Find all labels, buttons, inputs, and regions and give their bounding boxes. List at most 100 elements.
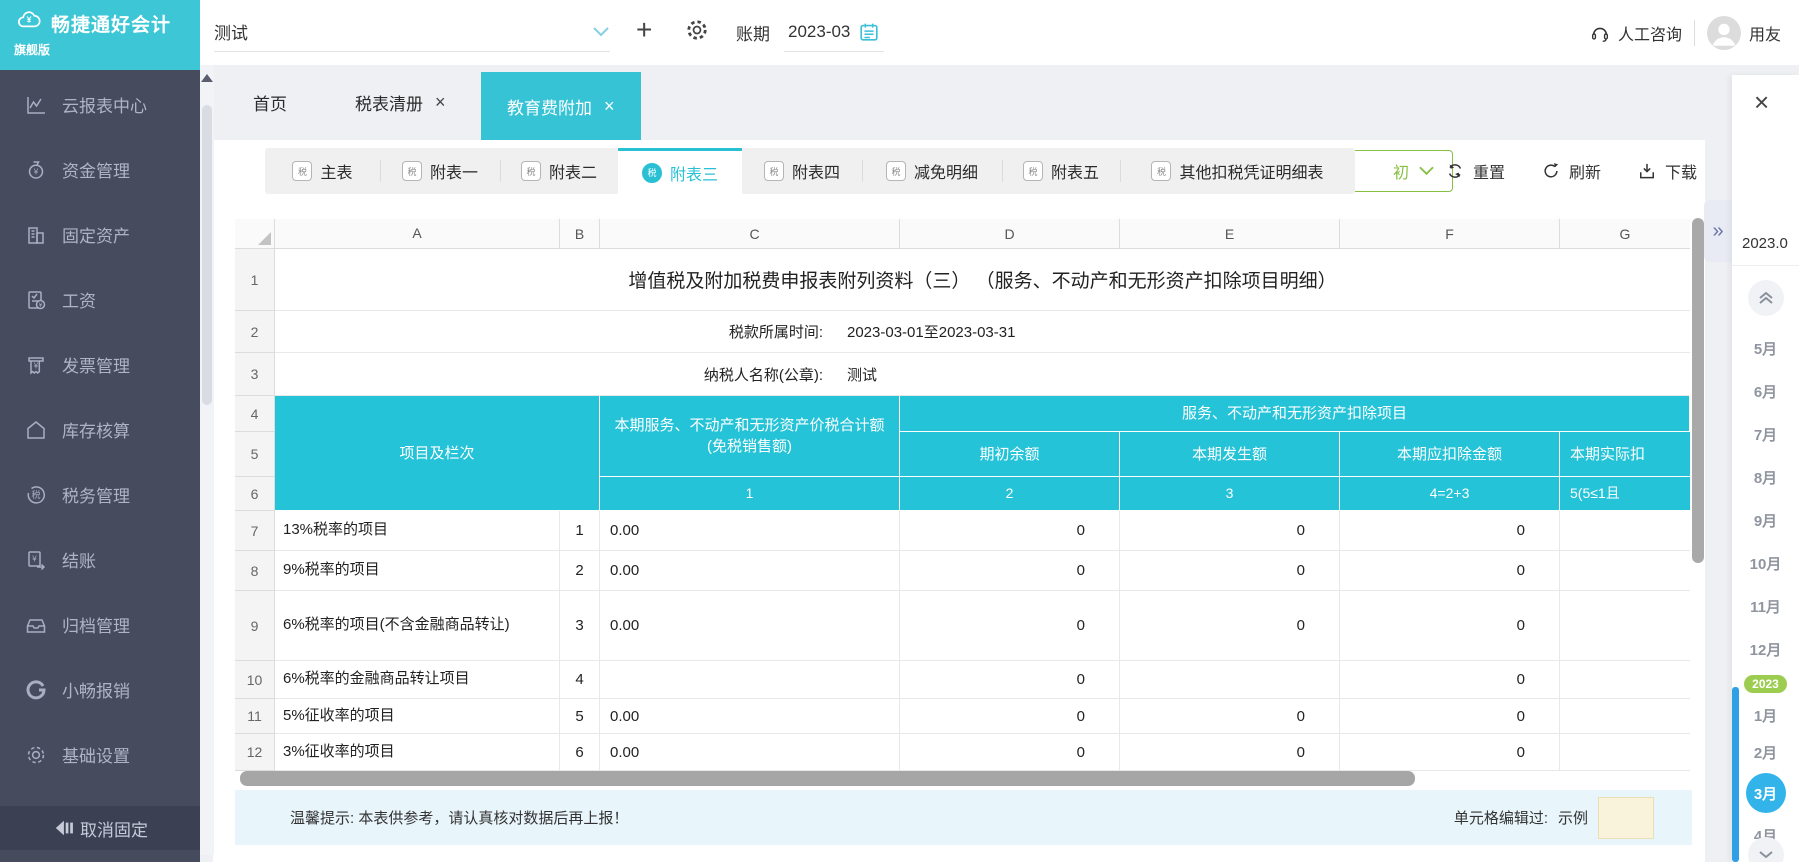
period-meta-value[interactable]: 2023-03-01至2023-03-31 — [835, 311, 1690, 353]
value-cell[interactable]: 0 — [1120, 591, 1340, 661]
value-cell[interactable]: 0 — [900, 591, 1120, 661]
sidebar-scrollbar[interactable] — [200, 65, 214, 855]
subtab-appendix-4[interactable]: 税附表四 — [742, 148, 862, 194]
value-cell[interactable]: 0.00 — [600, 591, 900, 661]
close-panel-button[interactable]: × — [1754, 89, 1769, 115]
col-header-F[interactable]: F — [1340, 219, 1560, 249]
value-cell[interactable]: 0 — [900, 511, 1120, 551]
item-cell[interactable]: 3%征收率的项目 — [275, 734, 560, 771]
period-meta-label[interactable]: 税款所属时间: — [275, 311, 835, 353]
subtab-main-form[interactable]: 税主表 — [265, 148, 380, 194]
row-number[interactable]: 12 — [235, 734, 275, 771]
value-cell[interactable] — [1560, 661, 1690, 699]
subtab-reduction-detail[interactable]: 税减免明细 — [862, 148, 1002, 194]
row-number[interactable]: 2 — [235, 311, 275, 353]
horizontal-scrollbar[interactable] — [240, 771, 1415, 786]
item-cell[interactable]: 5%征收率的项目 — [275, 699, 560, 734]
item-cell[interactable]: 9%税率的项目 — [275, 551, 560, 591]
settings-gear-button[interactable] — [684, 17, 710, 48]
form-title[interactable]: 增值税及附加税费申报表附列资料（三） （服务、不动产和无形资产扣除项目明细） — [275, 249, 1690, 311]
month-item[interactable]: 11月 — [1744, 585, 1788, 628]
subtab-other-deduction-detail[interactable]: 税其他扣税凭证明细表 — [1120, 148, 1355, 194]
value-cell[interactable]: 0 — [900, 661, 1120, 699]
col-header-E[interactable]: E — [1120, 219, 1340, 249]
sidebar-item-expense[interactable]: 小畅报销 — [0, 657, 200, 722]
close-tab-icon[interactable]: × — [435, 92, 446, 113]
row-number[interactable]: 9 — [235, 591, 275, 661]
row-number[interactable]: 11 — [235, 699, 275, 734]
company-selector[interactable]: 测试 — [214, 12, 610, 52]
taxpayer-meta-label[interactable]: 纳税人名称(公章): — [275, 353, 835, 396]
col-header-B[interactable]: B — [560, 219, 600, 249]
col-header-G[interactable]: G — [1560, 219, 1690, 249]
tab-edu-surcharge[interactable]: 教育费附加 × — [481, 72, 641, 140]
value-cell[interactable] — [600, 661, 900, 699]
value-cell[interactable]: 0.00 — [600, 551, 900, 591]
item-cell[interactable]: 13%税率的项目 — [275, 511, 560, 551]
row-number[interactable]: 4 — [235, 396, 275, 432]
panel-scroll-indicator[interactable] — [1732, 687, 1739, 862]
sidebar-item-closing[interactable]: ¥ 结账 — [0, 527, 200, 592]
value-cell[interactable]: 0 — [1120, 551, 1340, 591]
value-cell[interactable]: 0 — [1340, 511, 1560, 551]
value-cell[interactable] — [1560, 734, 1690, 771]
month-item[interactable]: 1月 — [1744, 697, 1788, 733]
month-item-active[interactable]: 3月 — [1745, 773, 1786, 813]
download-button[interactable]: 下载 — [1637, 159, 1697, 183]
select-all-corner[interactable] — [235, 219, 275, 249]
tab-home[interactable]: 首页 — [253, 65, 287, 140]
row-number[interactable]: 10 — [235, 661, 275, 699]
row-number[interactable]: 7 — [235, 511, 275, 551]
add-button[interactable]: + — [636, 14, 652, 46]
value-cell[interactable]: 0 — [1120, 734, 1340, 771]
tab-tax-register[interactable]: 税表清册 × — [355, 65, 446, 140]
close-tab-icon[interactable]: × — [604, 96, 615, 117]
value-cell[interactable]: 0 — [1340, 699, 1560, 734]
value-cell[interactable]: 0.00 — [600, 511, 900, 551]
month-item[interactable]: 9月 — [1744, 499, 1788, 542]
value-cell[interactable]: 0 — [1340, 551, 1560, 591]
value-cell[interactable]: 0 — [1120, 699, 1340, 734]
col-header-A[interactable]: A — [275, 219, 560, 249]
month-item[interactable]: 5月 — [1744, 327, 1788, 370]
value-cell[interactable]: 0 — [900, 551, 1120, 591]
vertical-scrollbar[interactable] — [1692, 218, 1704, 563]
value-cell[interactable] — [1560, 511, 1690, 551]
col-header-C[interactable]: C — [600, 219, 900, 249]
value-cell[interactable] — [1560, 591, 1690, 661]
line-cell[interactable]: 4 — [560, 661, 600, 699]
reset-button[interactable]: 重置 — [1445, 159, 1505, 183]
line-cell[interactable]: 6 — [560, 734, 600, 771]
item-cell[interactable]: 6%税率的金融商品转让项目 — [275, 661, 560, 699]
sidebar-item-invoices[interactable]: ¥ 发票管理 — [0, 332, 200, 397]
support-button[interactable]: 人工咨询 — [1589, 21, 1682, 45]
item-cell[interactable]: 6%税率的项目(不含金融商品转让) — [275, 591, 560, 661]
row-number[interactable]: 8 — [235, 551, 275, 591]
sidebar-scroll-thumb[interactable] — [202, 105, 212, 405]
value-cell[interactable]: 0 — [1120, 511, 1340, 551]
value-cell[interactable]: 0 — [900, 734, 1120, 771]
unpin-sidebar-button[interactable]: 取消固定 — [0, 806, 200, 850]
scroll-up-button[interactable] — [200, 65, 214, 91]
value-cell[interactable]: 0 — [1340, 661, 1560, 699]
scroll-months-up-button[interactable] — [1748, 280, 1784, 316]
value-cell[interactable]: 0 — [900, 699, 1120, 734]
sidebar-item-cloud-reports[interactable]: 云报表中心 — [0, 72, 200, 137]
sidebar-item-settings[interactable]: 基础设置 — [0, 722, 200, 787]
value-cell[interactable]: 0 — [1340, 734, 1560, 771]
value-cell[interactable] — [1120, 661, 1340, 699]
sidebar-item-inventory[interactable]: 库存核算 — [0, 397, 200, 462]
month-item[interactable]: 7月 — [1744, 413, 1788, 456]
value-cell[interactable]: 0 — [1340, 591, 1560, 661]
row-number[interactable]: 5 — [235, 432, 275, 477]
line-cell[interactable]: 1 — [560, 511, 600, 551]
month-item[interactable]: 8月 — [1744, 456, 1788, 499]
row-number[interactable]: 1 — [235, 249, 275, 311]
month-item[interactable]: 6月 — [1744, 370, 1788, 413]
subtab-appendix-2[interactable]: 税附表二 — [500, 148, 618, 194]
sidebar-item-tax[interactable]: 税 税务管理 — [0, 462, 200, 527]
period-selector[interactable]: 2023-03 — [784, 12, 885, 52]
line-cell[interactable]: 2 — [560, 551, 600, 591]
taxpayer-meta-value[interactable]: 测试 — [835, 353, 1690, 396]
month-item[interactable]: 12月 — [1744, 628, 1788, 671]
